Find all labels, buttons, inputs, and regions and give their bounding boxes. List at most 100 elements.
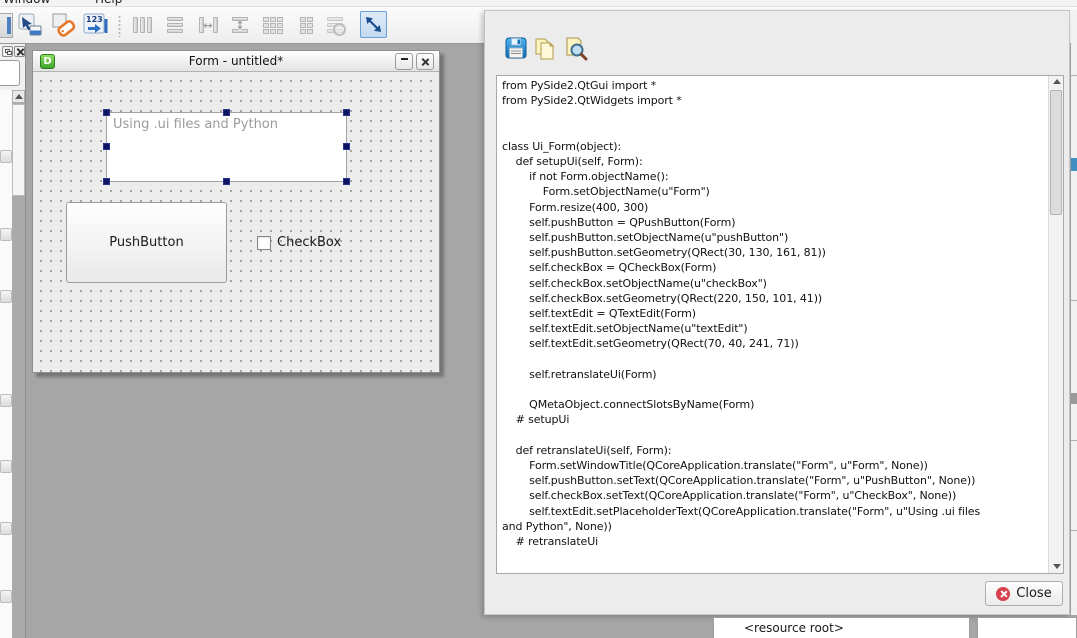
qt-designer-screen: Window Help 123 [0,0,1077,638]
code-line: self.checkBox.setObjectName(u"checkBox") [502,276,1045,291]
code-line: self.pushButton.setObjectName(u"pushButt… [502,230,1045,245]
selection-handle[interactable] [103,178,110,185]
pushbutton-widget[interactable]: PushButton [66,202,227,283]
widgetbox-category-fragment[interactable] [0,522,12,535]
textedit-placeholder: Using .ui files and Python [113,117,278,132]
code-text: from PySide2.QtGui import *from PySide2.… [502,78,1045,549]
code-line: def setupUi(self, Form): [502,154,1045,169]
code-line: from PySide2.QtWidgets import * [502,93,1045,108]
layout-grid-icon[interactable] [260,12,286,38]
form-canvas[interactable]: Using .ui files and Python PushButton Ch… [33,72,439,372]
close-icon [996,587,1010,601]
selection-handle[interactable] [223,178,230,185]
code-line: Form.setObjectName(u"Form") [502,184,1045,199]
widgetbox-category-fragment[interactable] [0,394,12,407]
textedit-widget[interactable]: Using .ui files and Python [106,112,347,182]
code-scrollbar[interactable] [1048,76,1063,573]
widgetbox-category-fragment[interactable] [0,150,12,163]
selection-handle[interactable] [343,178,350,185]
code-line: Form.resize(400, 300) [502,200,1045,215]
close-button-label: Close [1016,586,1051,601]
edit-widgets-icon[interactable] [0,13,13,38]
code-preview-dialog: from PySide2.QtGui import *from PySide2.… [484,10,1070,615]
code-line: and Python", None)) [502,519,1045,534]
code-line: class Ui_Form(object): [502,139,1045,154]
menu-window[interactable]: Window [3,0,50,6]
layout-horizontal-splitter-icon[interactable]: ↔ [195,12,221,38]
form-titlebar[interactable]: D Form - untitled* [33,51,439,72]
form-close-button[interactable] [416,53,434,70]
form-minimize-button[interactable] [395,53,413,70]
resource-browser-list[interactable]: <resource root> [713,617,970,638]
code-line: self.textEdit.setPlaceholderText(QCoreAp… [502,504,1045,519]
widgetbox-category-fragment[interactable] [0,590,12,603]
widgetbox-category-fragment[interactable] [0,460,12,473]
checkbox-indicator[interactable] [257,236,271,250]
scroll-up-icon[interactable] [12,90,25,103]
code-line: if not Form.objectName(): [502,169,1045,184]
scroll-up-icon[interactable] [1049,76,1064,89]
close-button[interactable]: Close [985,581,1063,606]
break-layout-icon[interactable] [322,12,348,38]
widget-box-list[interactable] [0,90,12,638]
save-icon[interactable] [505,37,531,63]
form-window: D Form - untitled* Using .ui files and P… [32,50,440,373]
layout-vertical-splitter-icon[interactable]: ↕ [227,12,253,38]
find-icon[interactable] [563,37,589,63]
widgetbox-category-fragment[interactable] [0,228,12,241]
code-line [502,428,1045,443]
code-line: QMetaObject.connectSlotsByName(Form) [502,397,1045,412]
edit-buddies-icon[interactable] [51,12,77,38]
right-dock-fragment [1071,393,1077,404]
checkbox-label: CheckBox [277,235,341,250]
layout-form-icon[interactable] [293,12,319,38]
copy-icon[interactable] [533,37,559,63]
selection-handle[interactable] [103,143,110,150]
selection-handle[interactable] [103,109,110,116]
menu-bar: Window Help [0,0,1077,7]
adjust-size-icon[interactable] [360,11,387,38]
svg-text:123: 123 [86,15,103,24]
toolbar-separator [118,15,121,37]
widgetbox-category-fragment[interactable] [0,290,12,303]
dock-float-button[interactable] [2,46,13,57]
right-dock-sliver [1071,10,1077,615]
code-line: self.pushButton.setGeometry(QRect(30, 13… [502,245,1045,260]
code-line: # setupUi [502,412,1045,427]
code-line [502,352,1045,367]
code-line: self.textEdit.setObjectName(u"textEdit") [502,321,1045,336]
widget-box-scrollbar[interactable] [12,90,25,638]
code-line: self.checkBox = QCheckBox(Form) [502,260,1045,275]
code-line: self.pushButton.setText(QCoreApplication… [502,473,1045,488]
layout-vertically-icon[interactable] [162,12,188,38]
code-line: self.textEdit = QTextEdit(Form) [502,306,1045,321]
code-editor[interactable]: from PySide2.QtGui import *from PySide2.… [496,75,1064,574]
code-line [502,108,1045,123]
form-title: Form - untitled* [33,51,439,72]
dock-close-button[interactable] [14,46,25,57]
code-line: self.checkBox.setGeometry(QRect(220, 150… [502,291,1045,306]
code-line: self.textEdit.setGeometry(QRect(70, 40, … [502,336,1045,351]
resource-preview-pane[interactable] [977,617,1077,638]
selection-handle[interactable] [223,109,230,116]
menu-help[interactable]: Help [95,0,122,6]
code-line: from PySide2.QtGui import * [502,78,1045,93]
selection-handle[interactable] [343,143,350,150]
code-line: Form.setWindowTitle(QCoreApplication.tra… [502,458,1045,473]
scrollbar-thumb[interactable] [1050,90,1062,215]
scroll-down-icon[interactable] [1049,560,1064,573]
edit-signals-slots-icon[interactable] [17,12,43,38]
widget-box-dock [0,44,26,638]
code-line [502,382,1045,397]
checkbox-widget[interactable]: CheckBox [257,235,341,250]
scrollbar-thumb[interactable] [12,104,25,196]
edit-tab-order-icon[interactable]: 123 [82,12,110,38]
layout-horizontally-icon[interactable] [129,12,155,38]
widget-filter-input[interactable] [0,60,20,86]
code-line: def retranslateUi(self, Form): [502,443,1045,458]
code-line: self.checkBox.setText(QCoreApplication.t… [502,488,1045,503]
code-line: self.retranslateUi(Form) [502,367,1045,382]
selection-handle[interactable] [343,109,350,116]
right-dock-selection-fragment [1071,158,1077,171]
resource-root-item[interactable]: <resource root> [744,621,844,635]
